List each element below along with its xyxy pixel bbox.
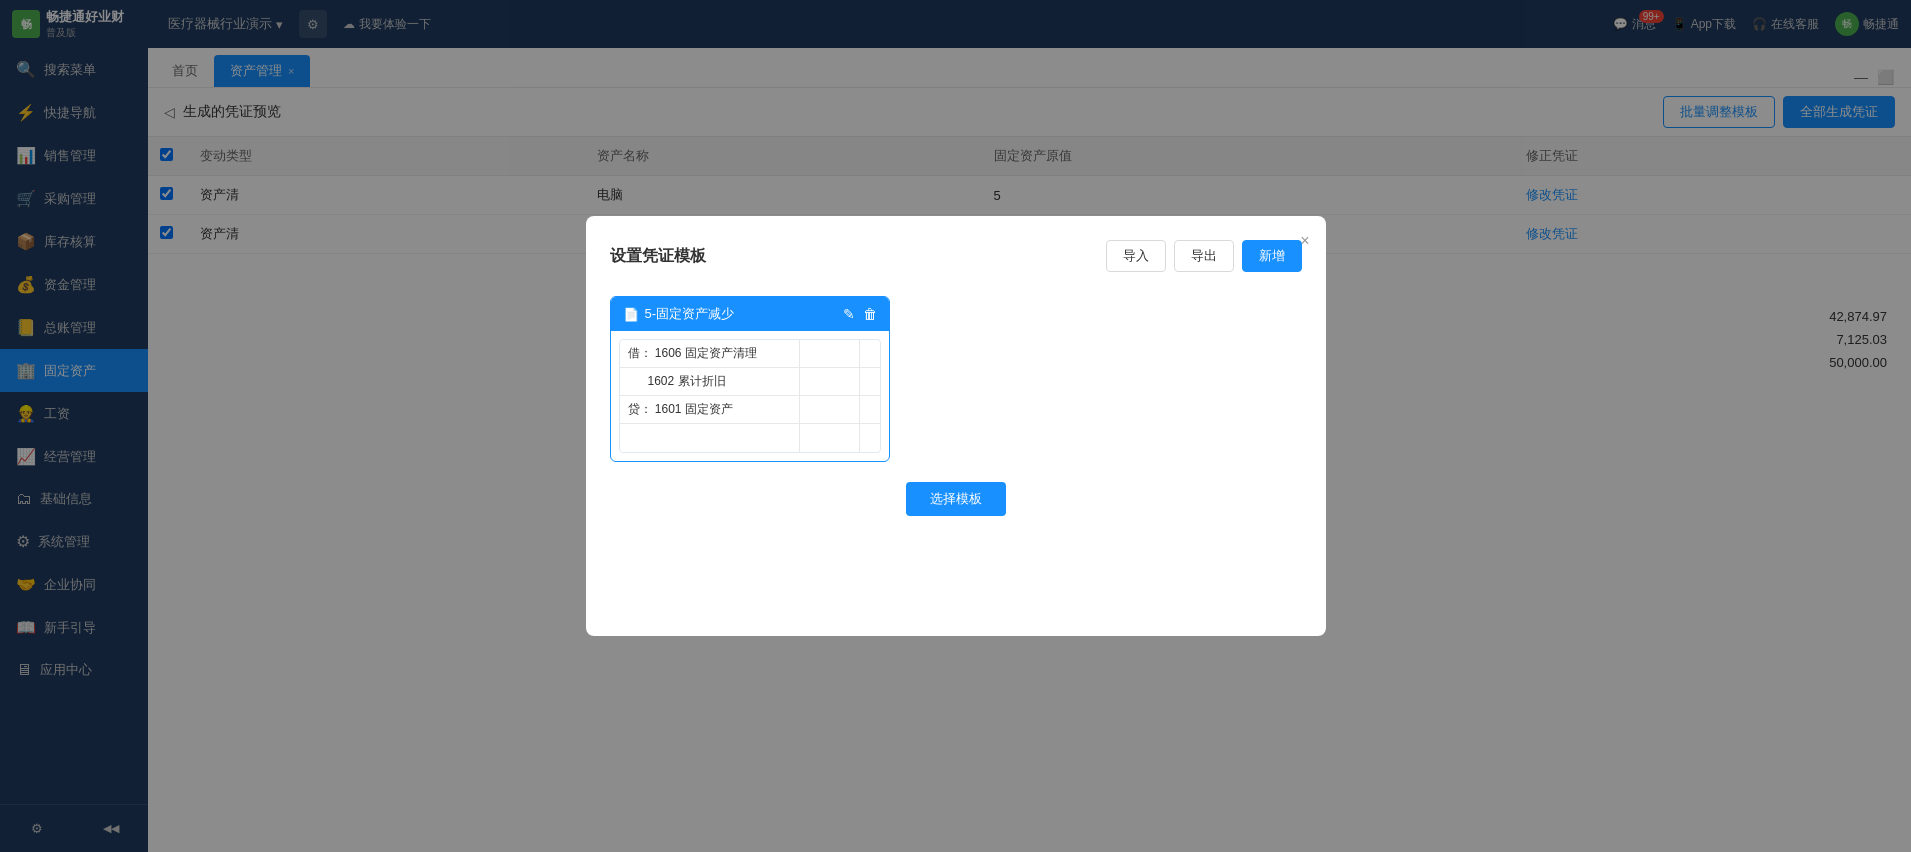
template-card-title: 5-固定资产减少 xyxy=(645,305,735,323)
modal-header-actions: 导入 导出 新增 xyxy=(1106,240,1302,272)
template-card-header: 📄 5-固定资产减少 ✎ 🗑 xyxy=(611,297,889,331)
new-template-button[interactable]: 新增 xyxy=(1242,240,1302,272)
entry-row: 借： 1606 固定资产清理 xyxy=(620,340,880,368)
entry-credit xyxy=(860,368,881,395)
modal-header: 设置凭证模板 导入 导出 新增 xyxy=(610,240,1302,272)
template-delete-button[interactable]: 🗑 xyxy=(863,306,877,322)
entry-debit xyxy=(800,368,860,395)
template-card: 📄 5-固定资产减少 ✎ 🗑 借： 1606 固定资产清理 xyxy=(610,296,890,462)
entry-debit xyxy=(800,340,860,367)
entry-row-empty xyxy=(620,424,880,452)
entry-label xyxy=(620,424,800,452)
entry-label: 贷： 1601 固定资产 xyxy=(620,396,800,423)
template-card-actions: ✎ 🗑 xyxy=(843,306,877,322)
entry-credit xyxy=(860,340,881,367)
set-voucher-template-modal: 设置凭证模板 导入 导出 新增 × 📄 5-固定资产减少 ✎ 🗑 xyxy=(586,216,1326,636)
entry-row: 1602 累计折旧 xyxy=(620,368,880,396)
entry-label: 1602 累计折旧 xyxy=(620,368,800,395)
import-button[interactable]: 导入 xyxy=(1106,240,1166,272)
entry-credit xyxy=(860,424,881,452)
select-template-button[interactable]: 选择模板 xyxy=(906,482,1006,516)
template-doc-icon: 📄 xyxy=(623,307,639,322)
entry-label: 借： 1606 固定资产清理 xyxy=(620,340,800,367)
modal-close-button[interactable]: × xyxy=(1300,232,1309,250)
template-edit-button[interactable]: ✎ xyxy=(843,306,855,322)
modal-overlay: 设置凭证模板 导入 导出 新增 × 📄 5-固定资产减少 ✎ 🗑 xyxy=(0,0,1911,852)
export-button[interactable]: 导出 xyxy=(1174,240,1234,272)
template-body: 借： 1606 固定资产清理 1602 累计折旧 贷： 1601 固定资产 xyxy=(611,331,889,461)
entry-debit xyxy=(800,396,860,423)
modal-title: 设置凭证模板 xyxy=(610,246,706,267)
template-entries: 借： 1606 固定资产清理 1602 累计折旧 贷： 1601 固定资产 xyxy=(619,339,881,453)
entry-credit xyxy=(860,396,881,423)
entry-debit xyxy=(800,424,860,452)
entry-row: 贷： 1601 固定资产 xyxy=(620,396,880,424)
